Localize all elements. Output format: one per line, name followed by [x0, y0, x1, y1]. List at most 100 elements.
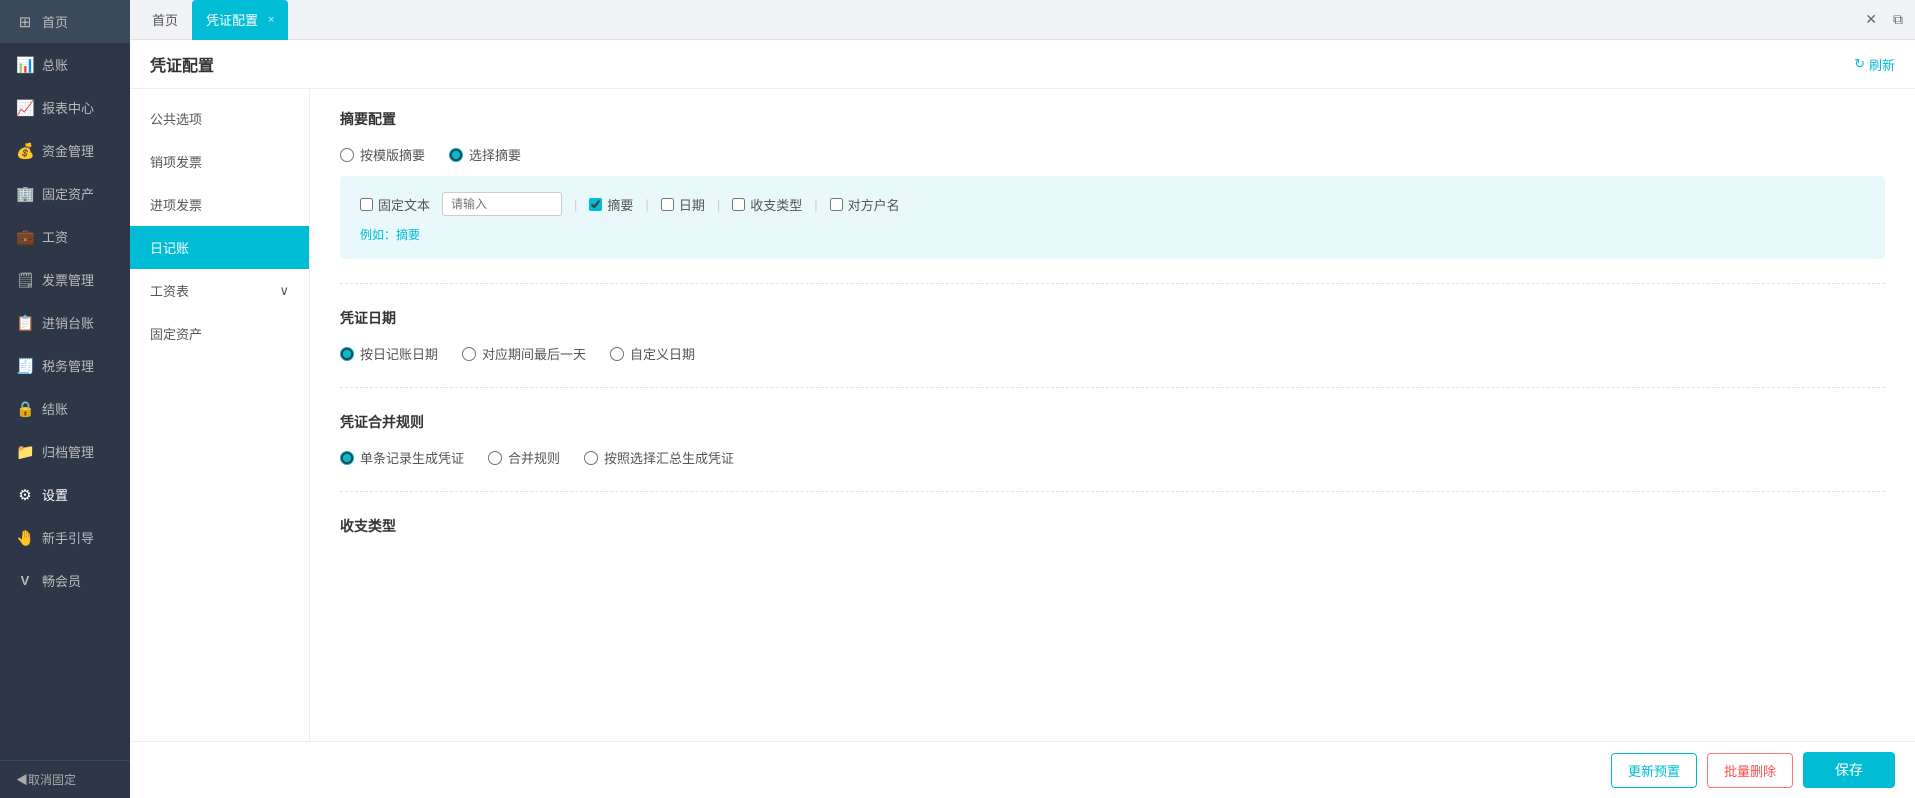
ledger-icon: 📊 [16, 56, 34, 74]
radio-template-summary[interactable]: 按模版摘要 [340, 145, 425, 164]
window-resize-button[interactable]: ⧉ [1889, 7, 1907, 32]
left-nav-payroll[interactable]: 工资表 ∨ [130, 269, 309, 312]
sidebar-item-salary[interactable]: 💼 工资 [0, 215, 130, 258]
checkbox-counterpart[interactable]: 对方户名 [830, 195, 900, 214]
sidebar-toggle[interactable]: ◀取消固定 [0, 760, 130, 798]
page-title: 凭证配置 [150, 52, 214, 76]
separator-2: | [645, 197, 648, 212]
sales-icon: 📋 [16, 314, 34, 332]
radio-custom-date-input[interactable] [610, 347, 624, 361]
sidebar-item-archive[interactable]: 📁 归档管理 [0, 430, 130, 473]
checkbox-fixed-text-input[interactable] [360, 198, 373, 211]
batch-delete-button[interactable]: 批量删除 [1707, 753, 1793, 788]
bottom-action-bar: 更新预置 批量删除 保存 [130, 741, 1915, 798]
summary-config-section: 摘要配置 按模版摘要 选择摘要 [340, 109, 1885, 284]
payroll-expand-icon: ∨ [279, 283, 289, 299]
tab-voucher[interactable]: 凭证配置 × [192, 0, 288, 40]
sidebar-item-vip[interactable]: V 畅会员 [0, 559, 130, 602]
radio-single[interactable]: 单条记录生成凭证 [340, 448, 464, 467]
income-type-section: 收支类型 [340, 516, 1885, 576]
assets-icon: 🏢 [16, 185, 34, 203]
salary-icon: 💼 [16, 228, 34, 246]
merge-rules-radio-group: 单条记录生成凭证 合并规则 按照选择汇总生成凭证 [340, 448, 1885, 467]
sidebar-item-sales[interactable]: 📋 进销台账 [0, 301, 130, 344]
radio-single-input[interactable] [340, 451, 354, 465]
sidebar-item-close[interactable]: 🔒 结账 [0, 387, 130, 430]
settings-icon: ⚙ [16, 486, 34, 504]
summary-checkbox-row: 固定文本 | 摘要 | 日期 [360, 192, 1865, 216]
checkbox-summary[interactable]: 摘要 [589, 195, 633, 214]
refresh-icon: ↻ [1854, 56, 1865, 72]
checkbox-fixed-text[interactable]: 固定文本 [360, 195, 430, 214]
radio-template-input[interactable] [340, 148, 354, 162]
sidebar-item-funds[interactable]: 💰 资金管理 [0, 129, 130, 172]
voucher-date-radio-group: 按日记账日期 对应期间最后一天 自定义日期 [340, 344, 1885, 363]
separator-3: | [717, 197, 720, 212]
left-nav-sales-invoice[interactable]: 销项发票 [130, 140, 309, 183]
page-header: 凭证配置 ↻ 刷新 [130, 40, 1915, 89]
left-nav-journal[interactable]: 日记账 [130, 226, 309, 269]
radio-select-merge-input[interactable] [584, 451, 598, 465]
summary-config-box: 固定文本 | 摘要 | 日期 [340, 176, 1885, 259]
radio-journal-date[interactable]: 按日记账日期 [340, 344, 438, 363]
merge-rules-section: 凭证合并规则 单条记录生成凭证 合并规则 按照选择汇总生成凭证 [340, 412, 1885, 492]
fixed-text-input[interactable] [442, 192, 562, 216]
sidebar-item-home[interactable]: ⊞ 首页 [0, 0, 130, 43]
invoice-icon: 🗒 [16, 271, 34, 289]
funds-icon: 💰 [16, 142, 34, 160]
window-close-button[interactable]: ✕ [1861, 7, 1881, 32]
update-preview-button[interactable]: 更新预置 [1611, 753, 1697, 788]
radio-journal-date-input[interactable] [340, 347, 354, 361]
radio-merge-input[interactable] [488, 451, 502, 465]
tab-actions: ✕ ⧉ [1861, 7, 1907, 32]
sidebar-item-report[interactable]: 📈 报表中心 [0, 86, 130, 129]
report-icon: 📈 [16, 99, 34, 117]
merge-rules-title: 凭证合并规则 [340, 412, 1885, 432]
sidebar-item-tax[interactable]: 🧾 税务管理 [0, 344, 130, 387]
sidebar-item-guide[interactable]: 🤚 新手引导 [0, 516, 130, 559]
refresh-button[interactable]: ↻ 刷新 [1854, 55, 1895, 74]
radio-select-merge[interactable]: 按照选择汇总生成凭证 [584, 448, 734, 467]
tab-home[interactable]: 首页 [138, 0, 192, 40]
left-nav: 公共选项 销项发票 进项发票 日记账 工资表 ∨ 固定资产 [130, 89, 310, 741]
home-icon: ⊞ [16, 13, 34, 31]
checkbox-date-input[interactable] [661, 198, 674, 211]
sidebar-item-ledger[interactable]: 📊 总账 [0, 43, 130, 86]
right-content: 摘要配置 按模版摘要 选择摘要 [310, 89, 1915, 741]
page-content: 凭证配置 ↻ 刷新 公共选项 销项发票 进项发票 日记账 [130, 40, 1915, 798]
main-area: 首页 凭证配置 × ✕ ⧉ 凭证配置 ↻ 刷新 公共选项 [130, 0, 1915, 798]
radio-merge[interactable]: 合并规则 [488, 448, 560, 467]
checkbox-date[interactable]: 日期 [661, 195, 705, 214]
radio-period-last-input[interactable] [462, 347, 476, 361]
sidebar-toggle-label: ◀取消固定 [16, 771, 76, 788]
sidebar-item-assets[interactable]: 🏢 固定资产 [0, 172, 130, 215]
checkbox-summary-input[interactable] [589, 198, 602, 211]
sidebar-item-settings[interactable]: ⚙ 设置 [0, 473, 130, 516]
radio-select-summary[interactable]: 选择摘要 [449, 145, 521, 164]
income-type-title: 收支类型 [340, 516, 1885, 536]
tab-close-icon[interactable]: × [268, 14, 274, 26]
left-nav-fixed-assets[interactable]: 固定资产 [130, 312, 309, 355]
separator-1: | [574, 197, 577, 212]
voucher-date-section: 凭证日期 按日记账日期 对应期间最后一天 自定义日期 [340, 308, 1885, 388]
checkbox-income-type-input[interactable] [732, 198, 745, 211]
checkbox-income-type[interactable]: 收支类型 [732, 195, 802, 214]
save-button[interactable]: 保存 [1803, 752, 1895, 788]
sidebar-item-invoice[interactable]: 🗒 发票管理 [0, 258, 130, 301]
tab-home-label: 首页 [152, 10, 178, 29]
example-prefix: 例如： [360, 228, 396, 242]
summary-example: 例如：摘要 [360, 226, 1865, 243]
left-nav-public[interactable]: 公共选项 [130, 97, 309, 140]
voucher-date-title: 凭证日期 [340, 308, 1885, 328]
radio-period-last[interactable]: 对应期间最后一天 [462, 344, 586, 363]
vip-icon: V [16, 573, 34, 588]
left-nav-purchase-invoice[interactable]: 进项发票 [130, 183, 309, 226]
radio-custom-date[interactable]: 自定义日期 [610, 344, 695, 363]
sidebar: ⊞ 首页 📊 总账 📈 报表中心 💰 资金管理 🏢 固定资产 💼 工资 🗒 发票… [0, 0, 130, 798]
radio-select-input[interactable] [449, 148, 463, 162]
summary-config-title: 摘要配置 [340, 109, 1885, 129]
checkbox-counterpart-input[interactable] [830, 198, 843, 211]
summary-radio-group: 按模版摘要 选择摘要 [340, 145, 1885, 164]
refresh-label: 刷新 [1869, 55, 1895, 74]
archive-icon: 📁 [16, 443, 34, 461]
